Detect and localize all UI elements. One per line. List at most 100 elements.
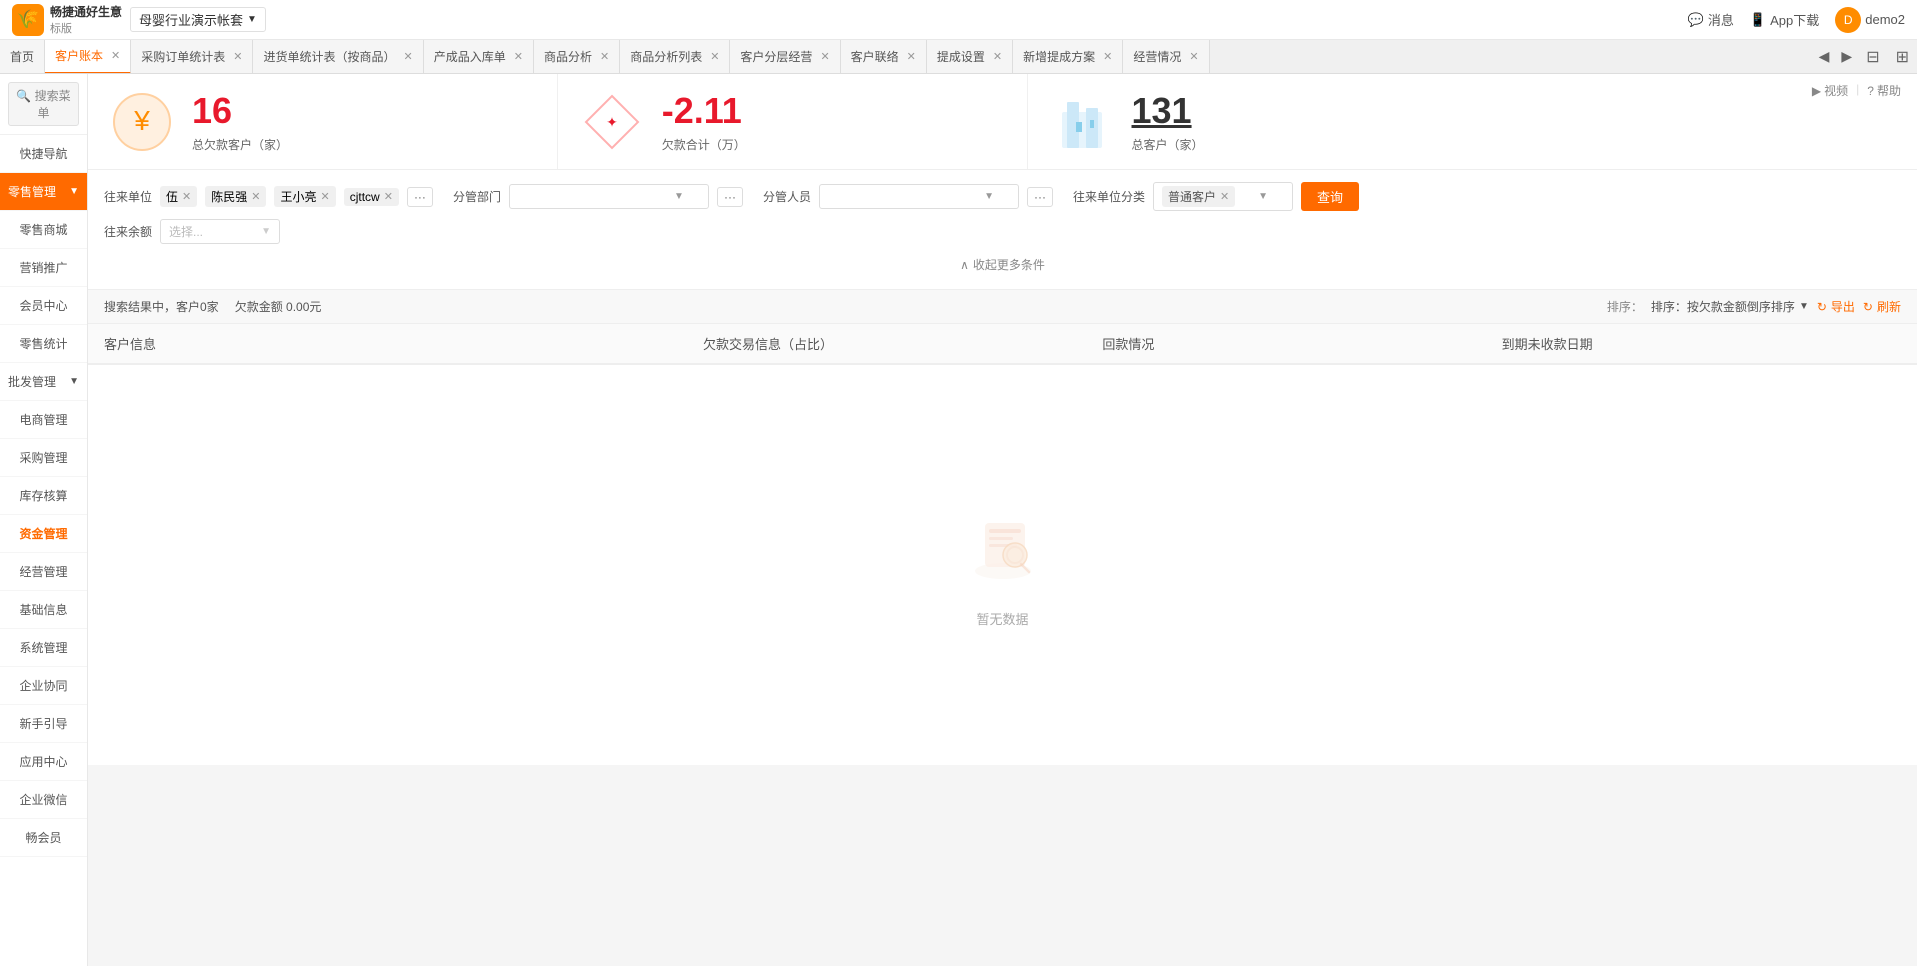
sidebar-item-retail-mgmt[interactable]: 零售管理 ▼ bbox=[0, 173, 87, 211]
sidebar-item-member[interactable]: 会员中心 bbox=[0, 287, 87, 325]
tab-business-status[interactable]: 经营情况 ✕ bbox=[1123, 40, 1209, 74]
tab-goods-analysis-list[interactable]: 商品分析列表 ✕ bbox=[620, 40, 730, 74]
sidebar-item-marketing[interactable]: 营销推广 bbox=[0, 249, 87, 287]
tab-close-tier[interactable]: ✕ bbox=[820, 50, 829, 63]
sidebar-item-newbie[interactable]: 新手引导 bbox=[0, 705, 87, 743]
filter-tag-close-4[interactable]: ✕ bbox=[384, 190, 393, 203]
tab-produce-inbound[interactable]: 产成品入库单 ✕ bbox=[424, 40, 534, 74]
sidebar-item-operations[interactable]: 经营管理 bbox=[0, 553, 87, 591]
tab-customer-tier[interactable]: 客户分层经营 ✕ bbox=[730, 40, 840, 74]
chevron-icon-retail: ▼ bbox=[69, 186, 79, 197]
col-header-due-date: 到期未收款日期 bbox=[1502, 334, 1901, 353]
sidebar-item-retail-mall[interactable]: 零售商城 bbox=[0, 211, 87, 249]
filter-more-person-btn[interactable]: ··· bbox=[1027, 187, 1053, 207]
tab-goods-analysis[interactable]: 商品分析 ✕ bbox=[534, 40, 620, 74]
tab-expand-btn[interactable]: ⊞ bbox=[1888, 47, 1917, 67]
export-button[interactable]: ↻ 导出 bbox=[1817, 298, 1855, 315]
filter-tag-close-3[interactable]: ✕ bbox=[321, 190, 330, 203]
doc-help-btn[interactable]: ? 帮助 bbox=[1867, 82, 1901, 99]
tab-close-produce[interactable]: ✕ bbox=[514, 50, 523, 63]
tab-close-goods[interactable]: ✕ bbox=[600, 50, 609, 63]
tab-customer-ledger[interactable]: 客户账本 ✕ bbox=[45, 40, 131, 74]
filter-more-dept-btn[interactable]: ··· bbox=[717, 187, 743, 207]
svg-text:✦: ✦ bbox=[606, 114, 618, 130]
topbar: 🌾 畅捷通好生意 标版 母婴行业演示帐套 ▼ 💬 消息 📱 App下载 D de… bbox=[0, 0, 1917, 40]
chevron-up-icon: ∧ bbox=[960, 258, 969, 272]
filter-balance-select[interactable]: 选择... ▼ bbox=[160, 219, 280, 244]
system-selector[interactable]: 母婴行业演示帐套 ▼ bbox=[130, 7, 266, 32]
sidebar-item-enterprise-wechat[interactable]: 企业微信 bbox=[0, 781, 87, 819]
topbar-right: 💬 消息 📱 App下载 D demo2 bbox=[1688, 7, 1905, 33]
tab-close-contact[interactable]: ✕ bbox=[907, 50, 916, 63]
logo-icon: 🌾 bbox=[12, 4, 44, 36]
app-download-btn[interactable]: 📱 App下载 bbox=[1750, 10, 1819, 29]
tab-lift-settings[interactable]: 提成设置 ✕ bbox=[927, 40, 1013, 74]
filter-label-unit: 往来单位 bbox=[104, 188, 152, 205]
summary-card-debt: ✦ -2.11 欠款合计（万） bbox=[558, 74, 1028, 169]
sidebar-search-button[interactable]: 🔍 搜索菜单 bbox=[8, 82, 79, 126]
phone-icon: 📱 bbox=[1750, 12, 1766, 28]
filter-tag-close-1[interactable]: ✕ bbox=[182, 190, 191, 203]
sidebar-item-retail-stats[interactable]: 零售统计 bbox=[0, 325, 87, 363]
sidebar-item-vip[interactable]: 畅会员 bbox=[0, 819, 87, 857]
tab-close-inbound[interactable]: ✕ bbox=[404, 50, 413, 63]
tab-home[interactable]: 首页 bbox=[0, 40, 45, 74]
message-btn[interactable]: 💬 消息 bbox=[1688, 10, 1734, 29]
sidebar-item-finance[interactable]: 资金管理 bbox=[0, 515, 87, 553]
filter-tag-unit1: 伍 ✕ bbox=[160, 186, 197, 207]
tab-purchase-order[interactable]: 采购订单统计表 ✕ bbox=[131, 40, 253, 74]
sidebar-item-basics[interactable]: 基础信息 bbox=[0, 591, 87, 629]
filter-unit-type-select[interactable]: 普通客户 ✕ ▼ bbox=[1153, 182, 1293, 211]
sidebar-item-app-center[interactable]: 应用中心 bbox=[0, 743, 87, 781]
question-icon: ? bbox=[1867, 84, 1874, 98]
play-icon: ▶ bbox=[1812, 84, 1821, 98]
chevron-sort-icon: ▼ bbox=[1799, 301, 1809, 312]
tab-close-business[interactable]: ✕ bbox=[1189, 50, 1198, 63]
tab-close-customer-ledger[interactable]: ✕ bbox=[111, 49, 120, 62]
filter-dept-select[interactable]: ▼ bbox=[509, 184, 709, 209]
refresh-button[interactable]: ↻ 刷新 bbox=[1863, 298, 1901, 315]
tab-minimize-btn[interactable]: ⊟ bbox=[1858, 47, 1887, 67]
help-links: ▶ 视频 | ? 帮助 bbox=[1812, 82, 1901, 99]
tab-new-lift-plan[interactable]: 新增提成方案 ✕ bbox=[1013, 40, 1123, 74]
col-header-repayment: 回款情况 bbox=[1102, 334, 1501, 353]
tab-scroll-right[interactable]: ▶ bbox=[1835, 48, 1858, 65]
filter-more-units-btn[interactable]: ··· bbox=[407, 187, 433, 207]
tab-close-lift[interactable]: ✕ bbox=[993, 50, 1002, 63]
filter-person-select[interactable]: ▼ bbox=[819, 184, 1019, 209]
sidebar-item-enterprise-coop[interactable]: 企业协同 bbox=[0, 667, 87, 705]
query-button[interactable]: 查询 bbox=[1301, 182, 1359, 211]
collapse-button[interactable]: ∧ 收起更多条件 bbox=[960, 256, 1045, 273]
table-container: 客户信息 欠款交易信息（占比） 回款情况 到期未收款日期 bbox=[88, 324, 1917, 765]
chevron-balance-icon: ▼ bbox=[261, 226, 271, 237]
avatar: D bbox=[1835, 7, 1861, 33]
filter-label-dept: 分管部门 bbox=[453, 188, 501, 205]
tab-close-purchase[interactable]: ✕ bbox=[233, 50, 242, 63]
user-menu[interactable]: D demo2 bbox=[1835, 7, 1905, 33]
sidebar-item-wholesale[interactable]: 批发管理 ▼ bbox=[0, 363, 87, 401]
filter-tag-close-unit-type[interactable]: ✕ bbox=[1220, 190, 1229, 203]
logo-text: 畅捷通好生意 标版 bbox=[50, 3, 122, 36]
collapse-area: ∧ 收起更多条件 bbox=[104, 252, 1901, 277]
search-result-text: 搜索结果中，客户0家 bbox=[104, 298, 219, 315]
filter-tag-close-2[interactable]: ✕ bbox=[251, 190, 260, 203]
tab-close-new-lift[interactable]: ✕ bbox=[1103, 50, 1112, 63]
sidebar-item-inventory[interactable]: 库存核算 bbox=[0, 477, 87, 515]
sidebar-item-ecommerce[interactable]: 电商管理 bbox=[0, 401, 87, 439]
filter-row-2: 往来余额 选择... ▼ bbox=[104, 219, 1901, 244]
tab-customer-contact[interactable]: 客户联络 ✕ bbox=[841, 40, 927, 74]
sidebar-item-quick-nav[interactable]: 快捷导航 bbox=[0, 135, 87, 173]
tab-scroll-left[interactable]: ◀ bbox=[1813, 48, 1836, 65]
video-help-btn[interactable]: ▶ 视频 bbox=[1812, 82, 1848, 99]
sidebar-item-purchase[interactable]: 采购管理 bbox=[0, 439, 87, 477]
chevron-dept-icon: ▼ bbox=[674, 191, 684, 202]
empty-state: 暂无数据 bbox=[963, 443, 1043, 688]
logo-area: 🌾 畅捷通好生意 标版 bbox=[12, 3, 122, 36]
filter-row-1: 往来单位 伍 ✕ 陈民强 ✕ 王小亮 ✕ cjttcw ✕ ··· bbox=[104, 182, 1901, 211]
tab-inbound-stats[interactable]: 进货单统计表（按商品） ✕ bbox=[253, 40, 423, 74]
sort-selector[interactable]: 排序：按欠款金额倒序排序 ▼ bbox=[1651, 298, 1809, 315]
filter-tag-unit-type: 普通客户 ✕ bbox=[1162, 186, 1235, 207]
svg-text:¥: ¥ bbox=[133, 105, 150, 136]
sidebar-item-system[interactable]: 系统管理 bbox=[0, 629, 87, 667]
tab-close-goods-list[interactable]: ✕ bbox=[710, 50, 719, 63]
